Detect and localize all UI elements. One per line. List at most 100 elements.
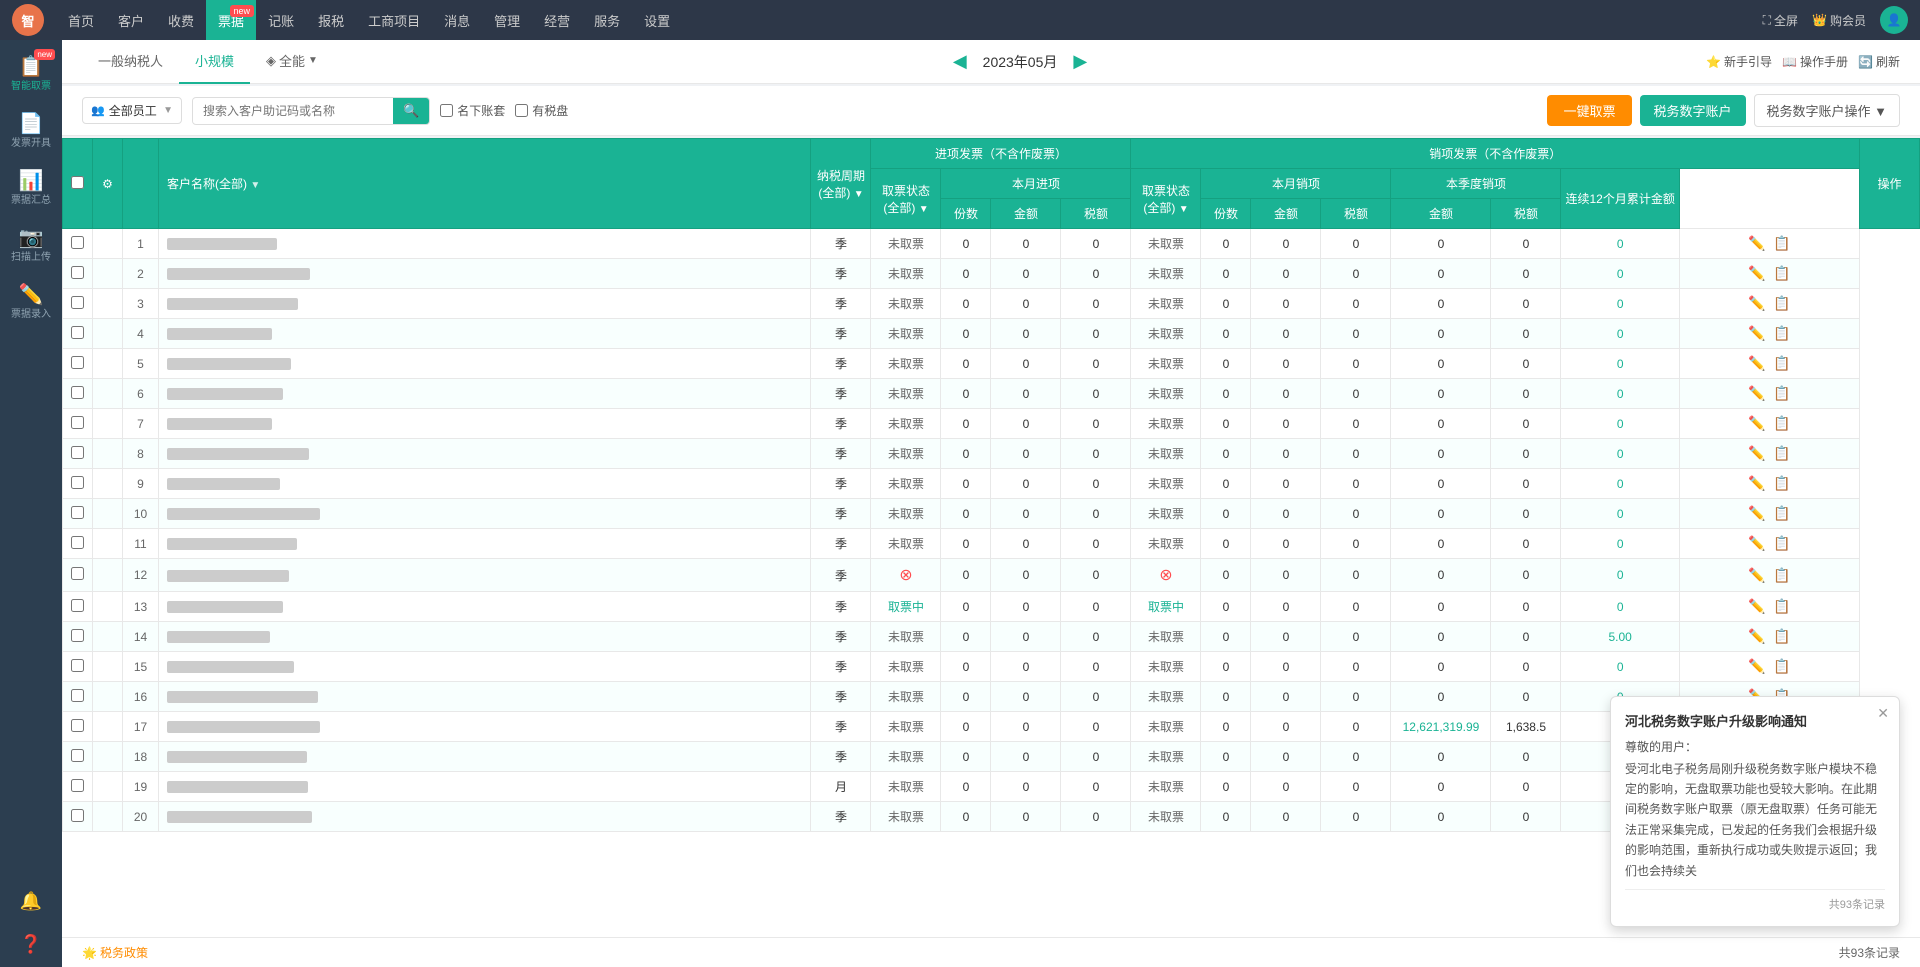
col-client-name-header[interactable]: 客户名称(全部) ▼ bbox=[159, 139, 811, 229]
nav-item-management[interactable]: 管理 bbox=[482, 0, 532, 40]
edit-icon[interactable]: ✏️ bbox=[1748, 325, 1765, 341]
search-button[interactable]: 🔍 bbox=[393, 98, 429, 124]
edit-icon[interactable]: ✏️ bbox=[1748, 445, 1765, 461]
nav-item-billing[interactable]: 收费 bbox=[156, 0, 206, 40]
row-check[interactable] bbox=[63, 772, 93, 802]
edit-icon[interactable]: ✏️ bbox=[1748, 415, 1765, 431]
select-all-checkbox[interactable] bbox=[71, 176, 84, 189]
row-check[interactable] bbox=[63, 592, 93, 622]
copy-icon[interactable]: 📋 bbox=[1773, 235, 1790, 251]
sidebar-item-invoice-entry[interactable]: ✏️ 票据录入 bbox=[2, 274, 60, 329]
col-out-fetch-status-header[interactable]: 取票状态(全部) ▼ bbox=[1131, 169, 1201, 229]
fullscreen-btn[interactable]: ⛶ 全屏 bbox=[1763, 12, 1798, 29]
edit-icon[interactable]: ✏️ bbox=[1748, 628, 1765, 644]
row-check[interactable] bbox=[63, 349, 93, 379]
avatar[interactable]: 👤 bbox=[1880, 6, 1908, 34]
copy-icon[interactable]: 📋 bbox=[1773, 505, 1790, 521]
copy-icon[interactable]: 📋 bbox=[1773, 567, 1790, 583]
nav-item-home[interactable]: 首页 bbox=[56, 0, 106, 40]
row-check[interactable] bbox=[63, 742, 93, 772]
edit-icon[interactable]: ✏️ bbox=[1748, 385, 1765, 401]
has-tax-checkbox[interactable] bbox=[515, 104, 528, 117]
period-prev-btn[interactable]: ◀ bbox=[949, 51, 971, 72]
col-tax-period-header[interactable]: 纳税周期(全部) ▼ bbox=[811, 139, 871, 229]
edit-icon[interactable]: ✏️ bbox=[1748, 475, 1765, 491]
nav-item-services[interactable]: 服务 bbox=[582, 0, 632, 40]
col-settings-header[interactable]: ⚙ bbox=[93, 139, 123, 229]
row-check[interactable] bbox=[63, 379, 93, 409]
my-accounts-checkbox-wrap[interactable]: 名下账套 bbox=[440, 102, 505, 119]
manual-btn[interactable]: 📖 操作手册 bbox=[1782, 53, 1848, 70]
nav-item-invoices[interactable]: 票据 new bbox=[206, 0, 256, 40]
sidebar-item-scan-upload[interactable]: 📷 扫描上传 bbox=[2, 217, 60, 272]
one-click-fetch-btn[interactable]: 一键取票 bbox=[1547, 95, 1631, 126]
row-check[interactable] bbox=[63, 439, 93, 469]
sidebar-item-smart-invoice[interactable]: 📋 智能取票 new bbox=[2, 46, 60, 101]
new-guide-btn[interactable]: ⭐ 新手引导 bbox=[1706, 53, 1772, 70]
copy-icon[interactable]: 📋 bbox=[1773, 415, 1790, 431]
row-check[interactable] bbox=[63, 499, 93, 529]
tax-policy-link[interactable]: 🌟 税务政策 bbox=[82, 944, 148, 961]
edit-icon[interactable]: ✏️ bbox=[1748, 658, 1765, 674]
edit-icon[interactable]: ✏️ bbox=[1748, 567, 1765, 583]
col-in-fetch-status-header[interactable]: 取票状态(全部) ▼ bbox=[871, 169, 941, 229]
row-check[interactable] bbox=[63, 802, 93, 832]
copy-icon[interactable]: 📋 bbox=[1773, 355, 1790, 371]
copy-icon[interactable]: 📋 bbox=[1773, 598, 1790, 614]
has-tax-checkbox-wrap[interactable]: 有税盘 bbox=[515, 102, 568, 119]
row-check[interactable] bbox=[63, 259, 93, 289]
row-check[interactable] bbox=[63, 409, 93, 439]
tab-small-scale[interactable]: 小规模 bbox=[179, 40, 250, 84]
edit-icon[interactable]: ✏️ bbox=[1748, 265, 1765, 281]
copy-icon[interactable]: 📋 bbox=[1773, 475, 1790, 491]
employee-select[interactable]: 👥 全部员工 ▼ bbox=[82, 97, 182, 124]
sidebar-item-invoice-open[interactable]: 📄 发票开具 bbox=[2, 103, 60, 158]
tax-ops-btn[interactable]: 税务数字账户操作 ▼ bbox=[1754, 94, 1900, 127]
member-btn[interactable]: 👑 购会员 bbox=[1812, 12, 1866, 29]
row-check[interactable] bbox=[63, 229, 93, 259]
row-check[interactable] bbox=[63, 682, 93, 712]
row-check[interactable] bbox=[63, 289, 93, 319]
row-check[interactable] bbox=[63, 622, 93, 652]
period-next-btn[interactable]: ▶ bbox=[1069, 51, 1091, 72]
edit-icon[interactable]: ✏️ bbox=[1748, 355, 1765, 371]
refresh-btn[interactable]: 🔄 刷新 bbox=[1858, 53, 1900, 70]
nav-item-accounting[interactable]: 记账 bbox=[256, 0, 306, 40]
search-input[interactable] bbox=[193, 99, 393, 123]
edit-icon[interactable]: ✏️ bbox=[1748, 535, 1765, 551]
tab-all-capable[interactable]: ◈全能 ▼ bbox=[250, 40, 334, 84]
col-check-header[interactable] bbox=[63, 139, 93, 229]
edit-icon[interactable]: ✏️ bbox=[1748, 235, 1765, 251]
row-check[interactable] bbox=[63, 652, 93, 682]
nav-item-clients[interactable]: 客户 bbox=[106, 0, 156, 40]
edit-icon[interactable]: ✏️ bbox=[1748, 598, 1765, 614]
sidebar-bottom-btn2[interactable]: ❓ bbox=[2, 926, 60, 963]
row-check[interactable] bbox=[63, 469, 93, 499]
nav-item-settings[interactable]: 设置 bbox=[632, 0, 682, 40]
nav-item-operations[interactable]: 经营 bbox=[532, 0, 582, 40]
copy-icon[interactable]: 📋 bbox=[1773, 385, 1790, 401]
nav-item-tax[interactable]: 报税 bbox=[306, 0, 356, 40]
sidebar-bottom-btn1[interactable]: 🔔 bbox=[2, 883, 60, 920]
row-check[interactable] bbox=[63, 712, 93, 742]
copy-icon[interactable]: 📋 bbox=[1773, 445, 1790, 461]
nav-item-business[interactable]: 工商项目 bbox=[356, 0, 432, 40]
row-idx: 11 bbox=[123, 529, 159, 559]
row-check[interactable] bbox=[63, 529, 93, 559]
row-check[interactable] bbox=[63, 319, 93, 349]
copy-icon[interactable]: 📋 bbox=[1773, 628, 1790, 644]
tax-digital-btn[interactable]: 税务数字账户 bbox=[1640, 95, 1746, 126]
copy-icon[interactable]: 📋 bbox=[1773, 325, 1790, 341]
copy-icon[interactable]: 📋 bbox=[1773, 265, 1790, 281]
notification-close-btn[interactable]: ✕ bbox=[1877, 705, 1889, 722]
tab-general-taxpayer[interactable]: 一般纳税人 bbox=[82, 40, 179, 84]
nav-item-messages[interactable]: 消息 bbox=[432, 0, 482, 40]
row-check[interactable] bbox=[63, 559, 93, 592]
copy-icon[interactable]: 📋 bbox=[1773, 535, 1790, 551]
copy-icon[interactable]: 📋 bbox=[1773, 295, 1790, 311]
copy-icon[interactable]: 📋 bbox=[1773, 658, 1790, 674]
edit-icon[interactable]: ✏️ bbox=[1748, 295, 1765, 311]
sidebar-item-invoice-summary[interactable]: 📊 票据汇总 bbox=[2, 160, 60, 215]
edit-icon[interactable]: ✏️ bbox=[1748, 505, 1765, 521]
my-accounts-checkbox[interactable] bbox=[440, 104, 453, 117]
